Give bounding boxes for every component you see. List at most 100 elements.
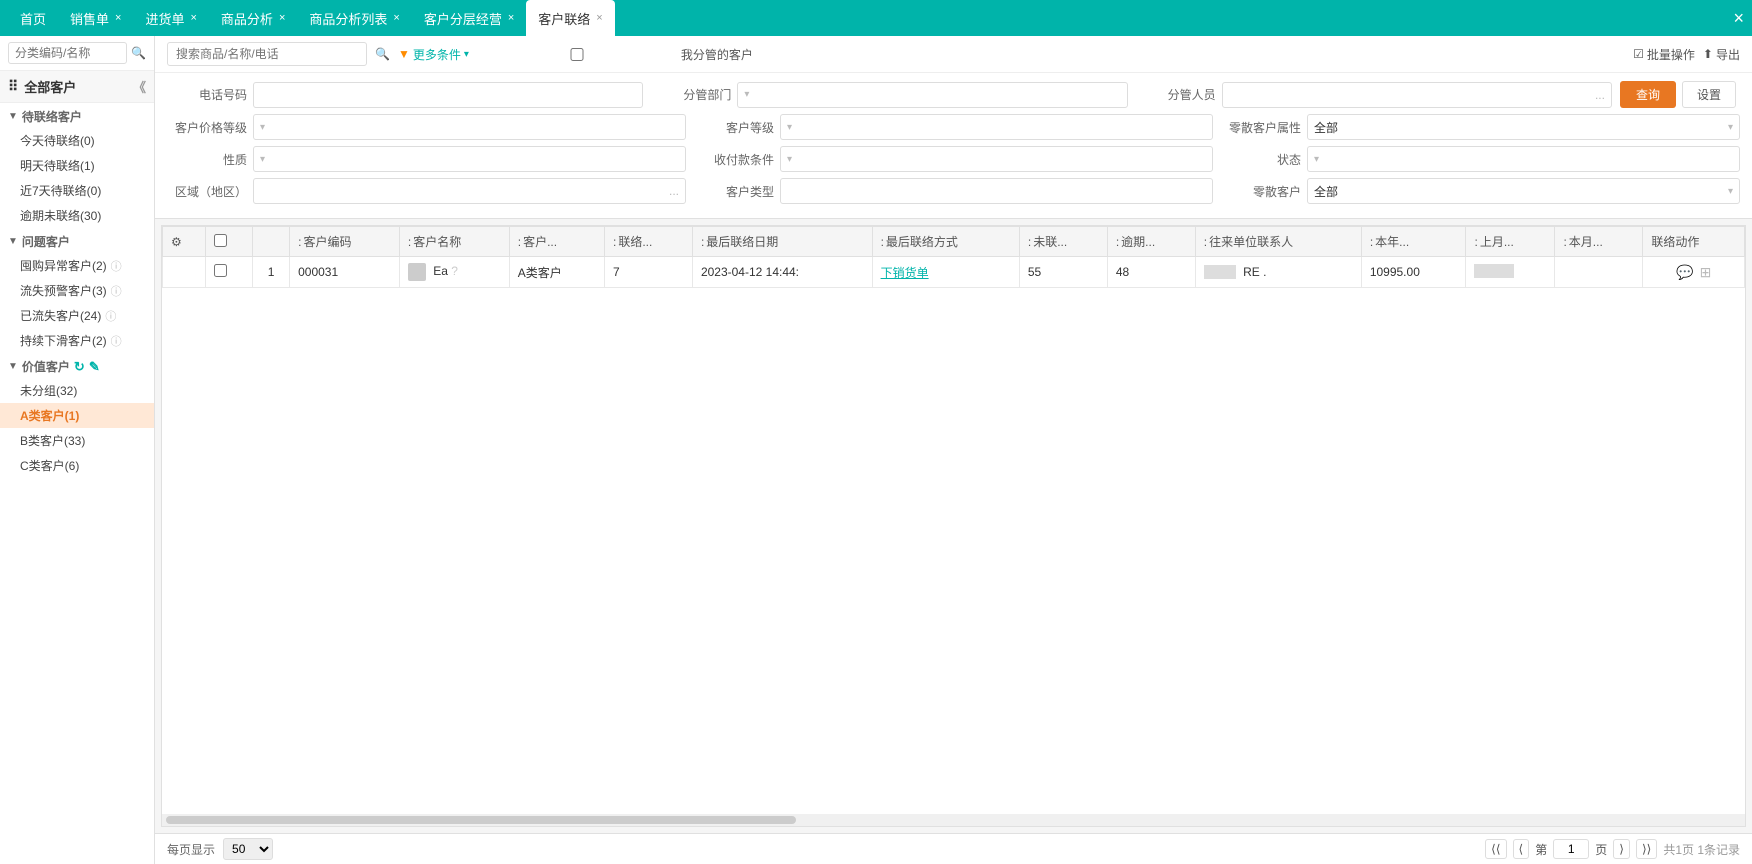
my-customers-checkbox[interactable] [477, 48, 677, 61]
edit-icon[interactable]: ✎ [89, 359, 100, 375]
all-customers-header[interactable]: ⠿ 全部客户 《 [0, 71, 154, 103]
dots-btn-manager[interactable]: ... [1595, 88, 1605, 102]
field-customer-type-label: 客户类型 [694, 183, 774, 200]
settings-icon[interactable]: ⚙ [171, 235, 182, 249]
col-this-year[interactable]: : 本年... [1361, 227, 1466, 257]
sidebar-item-today[interactable]: 今天待联络(0) [0, 128, 154, 153]
first-page-button[interactable]: ⟨⟨ [1485, 839, 1506, 859]
query-button[interactable]: 查询 [1620, 81, 1676, 108]
sidebar-item-churn-warning[interactable]: 流失预警客户(3) ⓘ [0, 278, 154, 303]
sidebar-item-overdue[interactable]: 逾期未联络(30) [0, 203, 154, 228]
col-uncontacted[interactable]: : 未联... [1019, 227, 1107, 257]
col-last-contact-method-sort: : [881, 235, 884, 249]
group-pending-contact[interactable]: ▼ 待联络客户 [0, 103, 154, 128]
tab-customer-tier[interactable]: 客户分层经营 × [412, 0, 526, 36]
page-size-select[interactable]: 50 100 200 [223, 838, 273, 860]
refresh-icon[interactable]: ↻ [74, 359, 85, 375]
sidebar-item-a-class[interactable]: A类客户(1) [0, 403, 154, 428]
top-nav: 首页 销售单 × 进货单 × 商品分析 × 商品分析列表 × 客户分层经营 × … [0, 0, 1752, 36]
col-last-month[interactable]: : 上月... [1466, 227, 1555, 257]
col-last-contact-method[interactable]: : 最后联络方式 [872, 227, 1019, 257]
page-input[interactable] [1553, 839, 1589, 859]
sidebar-item-c-class[interactable]: C类客户(6) [0, 453, 154, 478]
tab-goods-analysis-list-close[interactable]: × [393, 12, 399, 24]
col-contact-count[interactable]: : 联络... [604, 227, 692, 257]
field-region-input[interactable]: ... [253, 178, 686, 204]
qr-icon[interactable]: ⊞ [1700, 264, 1712, 281]
tab-customer-contact-close[interactable]: × [596, 12, 602, 24]
sidebar-item-week[interactable]: 近7天待联络(0) [0, 178, 154, 203]
tab-goods-analysis-list[interactable]: 商品分析列表 × [297, 0, 411, 36]
field-retail-attr-input[interactable]: 全部 ▾ [1307, 114, 1740, 140]
tab-sales-close[interactable]: × [115, 12, 121, 24]
horizontal-scrollbar[interactable] [162, 814, 1745, 826]
field-phone-input[interactable] [253, 82, 643, 108]
field-status-input[interactable]: ▾ [1307, 146, 1740, 172]
col-last-contact-date[interactable]: : 最后联络日期 [692, 227, 872, 257]
sidebar-search-icon[interactable]: 🔍 [131, 46, 146, 60]
field-price-level-input[interactable]: ▾ [253, 114, 686, 140]
col-overdue[interactable]: : 逾期... [1107, 227, 1195, 257]
scroll-thumb[interactable] [166, 816, 796, 824]
col-contact-action[interactable]: 联络动作 [1643, 227, 1745, 257]
sidebar-item-declining[interactable]: 持续下滑客户(2) ⓘ [0, 328, 154, 353]
sidebar-item-tomorrow[interactable]: 明天待联络(1) [0, 153, 154, 178]
group-problem-customers[interactable]: ▼ 问题客户 [0, 228, 154, 253]
last-page-button[interactable]: ⟩⟩ [1636, 839, 1657, 859]
prev-page-button[interactable]: ⟨ [1513, 839, 1530, 859]
batch-operation-label: 批量操作 [1647, 46, 1695, 63]
field-retail-customer-input[interactable]: 全部 ▾ [1307, 178, 1740, 204]
tab-sales[interactable]: 销售单 × [58, 0, 133, 36]
more-conditions-button[interactable]: ▼ 更多条件 ▾ [398, 46, 469, 63]
tab-purchase-close[interactable]: × [190, 12, 196, 24]
batch-operation-button[interactable]: ☑ 批量操作 [1633, 46, 1695, 63]
sidebar-item-churned[interactable]: 已流失客户(24) ⓘ [0, 303, 154, 328]
field-payment: 收付款条件 ▾ [694, 146, 1213, 172]
filter-search-icon[interactable]: 🔍 [375, 47, 390, 61]
col-unit-contact[interactable]: : 往来单位联系人 [1195, 227, 1361, 257]
filter-icon: ▼ [398, 47, 410, 61]
setting-button[interactable]: 设置 [1682, 81, 1736, 108]
sidebar-search-input[interactable] [8, 42, 127, 64]
tab-goods-analysis-close[interactable]: × [279, 12, 285, 24]
table-empty-area [162, 288, 1745, 814]
next-page-button[interactable]: ⟩ [1613, 839, 1630, 859]
group-value-customers[interactable]: ▼ 价值客户 ↻ ✎ [0, 353, 154, 378]
field-payment-input[interactable]: ▾ [780, 146, 1213, 172]
tab-goods-analysis[interactable]: 商品分析 × [209, 0, 297, 36]
tab-customer-contact[interactable]: 客户联络 × [526, 0, 614, 36]
message-icon[interactable]: 💬 [1676, 264, 1693, 281]
select-all-checkbox[interactable] [214, 234, 227, 247]
dropdown-arrow-level: ▾ [787, 122, 792, 133]
search-input[interactable] [167, 42, 367, 66]
close-all-button[interactable]: × [1733, 8, 1744, 29]
tab-home[interactable]: 首页 [8, 0, 58, 36]
row-checkbox[interactable] [214, 264, 227, 277]
col-settings[interactable]: ⚙ [163, 227, 206, 257]
my-customers-text: 我分管的客户 [681, 46, 753, 63]
export-button[interactable]: ⬆ 导出 [1703, 46, 1740, 63]
col-customer-name[interactable]: : 客户名称 [399, 227, 509, 257]
col-customer-code[interactable]: : 客户编码 [290, 227, 400, 257]
dots-btn-region[interactable]: ... [669, 184, 679, 198]
field-dept-input[interactable]: ▾ [737, 82, 1127, 108]
group-pending-contact-label: 待联络客户 [22, 108, 82, 125]
tab-purchase[interactable]: 进货单 × [133, 0, 208, 36]
sidebar-item-abnormal[interactable]: 囤购异常客户(2) ⓘ [0, 253, 154, 278]
field-customer-type-input[interactable] [780, 178, 1213, 204]
sidebar-item-b-class[interactable]: B类客户(33) [0, 428, 154, 453]
sidebar-item-ungroup[interactable]: 未分组(32) [0, 378, 154, 403]
page-size-label: 每页显示 [167, 841, 215, 858]
field-customer-level-input[interactable]: ▾ [780, 114, 1213, 140]
field-retail-attr: 零散客户属性 全部 ▾ [1221, 114, 1740, 140]
field-manager-input[interactable]: ... [1222, 82, 1612, 108]
triangle-icon-2: ▼ [8, 236, 18, 247]
collapse-icon[interactable]: 《 [133, 77, 146, 96]
tab-customer-contact-label: 客户联络 [538, 9, 590, 28]
info-icon-4: ⓘ [111, 333, 122, 349]
col-customer-type[interactable]: : 客户... [509, 227, 604, 257]
tab-customer-tier-close[interactable]: × [508, 12, 514, 24]
info-icon-2: ⓘ [111, 283, 122, 299]
col-this-month[interactable]: : 本月... [1555, 227, 1643, 257]
field-nature-input[interactable]: ▾ [253, 146, 686, 172]
